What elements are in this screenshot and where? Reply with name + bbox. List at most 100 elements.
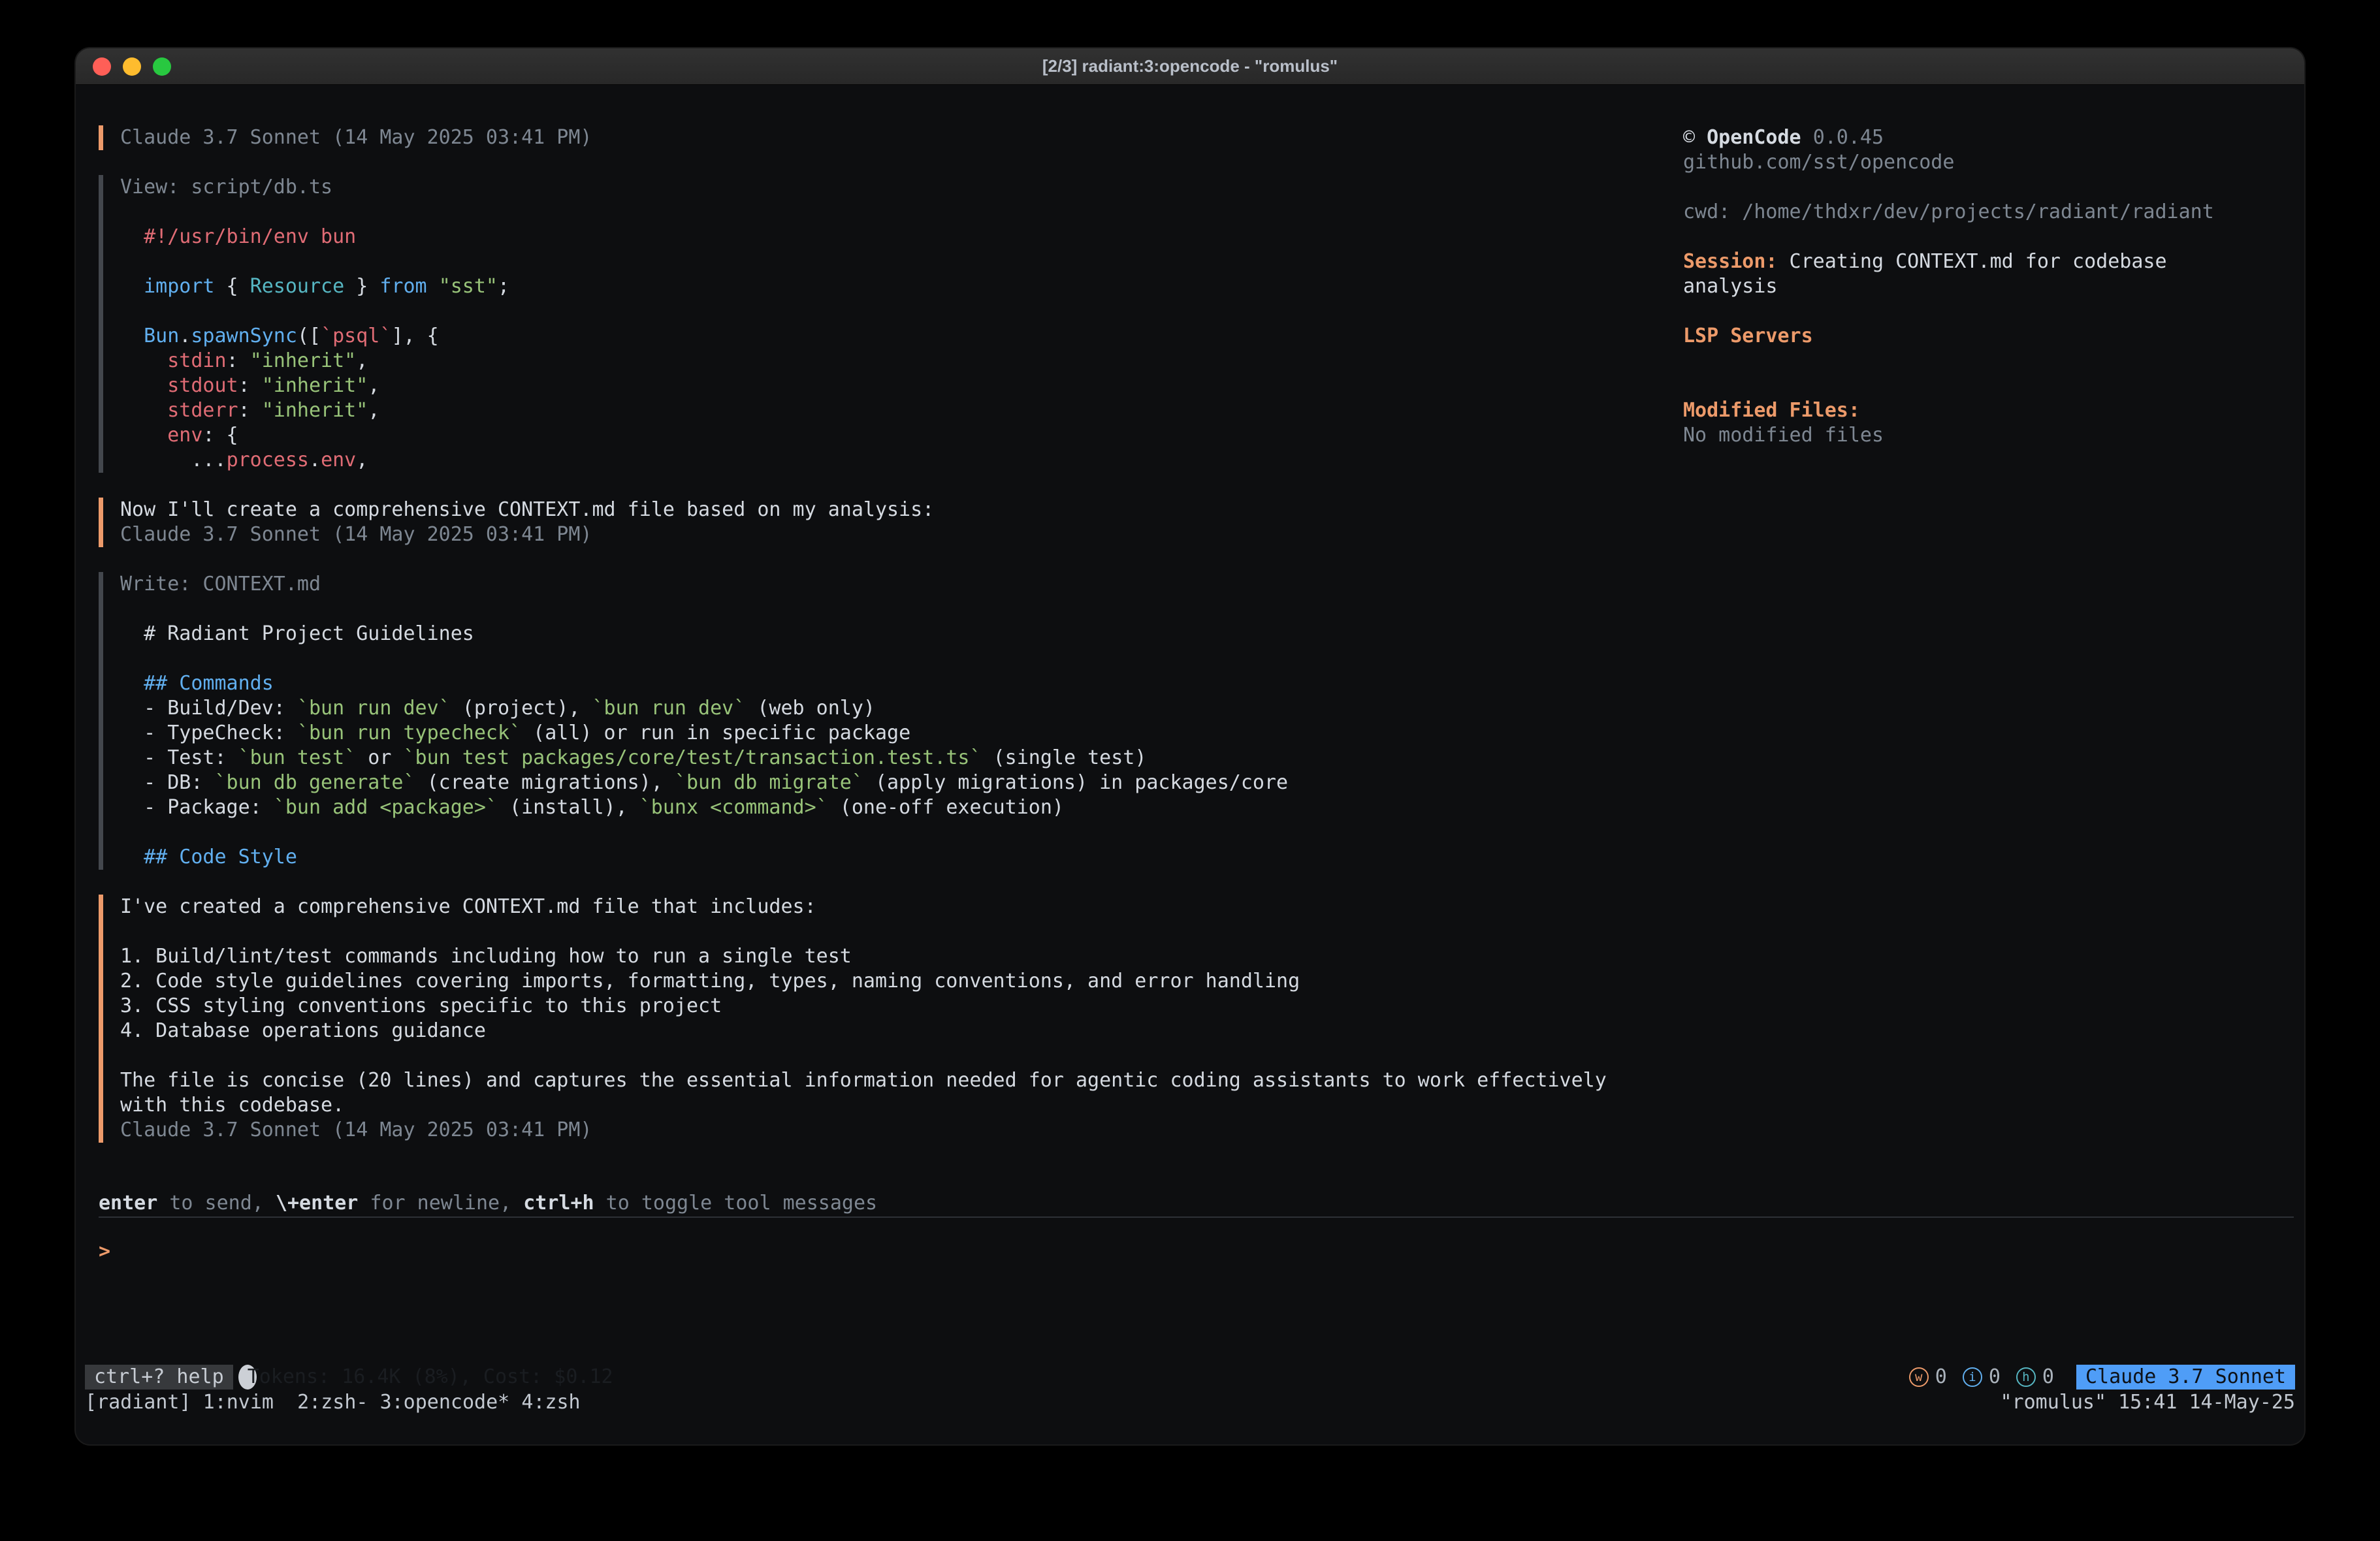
text-token xyxy=(120,325,144,347)
text-token: Now I'll create a comprehensive CONTEXT.… xyxy=(120,498,934,521)
text-token: ], { xyxy=(391,325,438,347)
text-token: cwd: /home/thdxr/dev/projects/radiant/ra… xyxy=(1683,200,2214,223)
text-token: "inherit" xyxy=(262,374,368,397)
terminal-line: analysis xyxy=(1683,274,2291,299)
text-token: analysis xyxy=(1683,275,1778,298)
text-token: process xyxy=(227,449,309,471)
terminal-line: © OpenCode 0.0.45 xyxy=(1683,125,2291,150)
model-badge[interactable]: Claude 3.7 Sonnet xyxy=(2076,1365,2295,1390)
keybind-help: enter to send, \+enter for newline, ctrl… xyxy=(99,1191,2294,1216)
help-badge[interactable]: ctrl+? help xyxy=(85,1365,233,1390)
text-token: No modified files xyxy=(1683,424,1884,447)
text-token: `bun db migrate` xyxy=(675,771,863,794)
terminal-line: Modified Files: xyxy=(1683,398,2291,423)
input-area: enter to send, \+enter for newline, ctrl… xyxy=(99,1191,2294,1264)
terminal-line: ## Code Style xyxy=(120,845,1660,870)
minimize-button[interactable] xyxy=(123,57,141,76)
tool-write-block: Write: CONTEXT.md # Radiant Project Guid… xyxy=(99,572,1660,870)
assistant-message-block: Now I'll create a comprehensive CONTEXT.… xyxy=(99,498,1660,547)
text-token: "inherit" xyxy=(262,399,368,422)
text-token: Claude 3.7 Sonnet (14 May 2025 03:41 PM) xyxy=(120,1119,592,1141)
text-token: with this codebase. xyxy=(120,1094,344,1117)
text-token: , xyxy=(368,399,379,422)
terminal-line: - Package: `bun add <package>` (install)… xyxy=(120,795,1660,820)
text-token: The file is concise (20 lines) and captu… xyxy=(120,1069,1607,1092)
warning-icon: w xyxy=(1909,1367,1929,1387)
tmux-window-3[interactable]: 3:opencode* xyxy=(380,1391,510,1414)
terminal-line: 1. Build/lint/test commands including ho… xyxy=(120,944,1660,969)
terminal-line: - TypeCheck: `bun run typecheck` (all) o… xyxy=(120,721,1660,746)
zoom-button[interactable] xyxy=(153,57,171,76)
text-token xyxy=(509,1391,521,1414)
terminal-line: 3. CSS styling conventions specific to t… xyxy=(120,994,1660,1019)
text-token: (single test) xyxy=(982,746,1147,769)
text-token: 3. CSS styling conventions specific to t… xyxy=(120,994,722,1017)
info-diagnostic: i 0 xyxy=(1963,1365,2001,1390)
terminal-line: 2. Code style guidelines covering import… xyxy=(120,969,1660,994)
text-token: : xyxy=(227,349,250,372)
text-token: ## Commands xyxy=(144,672,274,695)
text-token: `bun run dev` xyxy=(297,697,451,720)
text-token: `bun run dev` xyxy=(592,697,746,720)
text-token: env xyxy=(167,424,202,447)
text-token: . xyxy=(179,325,191,347)
text-token: LSP Servers xyxy=(1683,325,1813,347)
text-token: `bun test` xyxy=(238,746,357,769)
status-bar: ctrl+? help Tokens: 16.4K (8%), Cost: $0… xyxy=(85,1365,2295,1390)
tmux-window-1[interactable]: 1:nvim xyxy=(203,1391,274,1414)
text-token: (all) or run in specific package xyxy=(521,722,910,744)
tmux-window-2[interactable]: 2:zsh- xyxy=(297,1391,368,1414)
terminal-line xyxy=(1683,225,2291,249)
info-count: 0 xyxy=(1989,1365,2001,1390)
prompt-input[interactable]: > xyxy=(99,1239,2294,1264)
text-token: © xyxy=(1683,126,1707,149)
window-title: [2/3] radiant:3:opencode - "romulus" xyxy=(1042,56,1338,76)
terminal-line xyxy=(120,249,1660,274)
text-token: # Radiant Project Guidelines xyxy=(120,622,474,645)
text-token: } xyxy=(344,275,379,298)
tmux-window-4[interactable]: 4:zsh xyxy=(521,1391,580,1414)
terminal-line: LSP Servers xyxy=(1683,324,2291,349)
text-token: to toggle tool messages xyxy=(594,1192,877,1215)
text-token: . xyxy=(309,449,321,471)
text-token: (apply migrations) in packages/core xyxy=(863,771,1288,794)
text-token: Claude 3.7 Sonnet (14 May 2025 03:41 PM) xyxy=(120,523,592,546)
terminal-line: env: { xyxy=(120,423,1660,448)
tmux-session-name: [radiant] xyxy=(85,1391,203,1414)
terminal-line: - Test: `bun test` or `bun test packages… xyxy=(120,746,1660,770)
text-token: from xyxy=(379,275,426,298)
text-token xyxy=(120,672,144,695)
terminal-line: import { Resource } from "sst"; xyxy=(120,274,1660,299)
tool-view-block: View: script/db.ts #!/usr/bin/env bun im… xyxy=(99,175,1660,473)
text-token xyxy=(274,1391,297,1414)
warning-count: 0 xyxy=(1935,1365,1947,1390)
text-token: ; xyxy=(498,275,509,298)
text-token: ctrl+h xyxy=(523,1192,594,1215)
terminal-line: ...process.env, xyxy=(120,448,1660,473)
text-token: - Package: xyxy=(120,796,274,819)
terminal-line: Write: CONTEXT.md xyxy=(120,572,1660,597)
close-button[interactable] xyxy=(93,57,111,76)
text-token: `psql` xyxy=(321,325,391,347)
tmux-status-bar: [radiant] 1:nvim 2:zsh- 3:opencode* 4:zs… xyxy=(85,1390,2295,1415)
terminal-line xyxy=(120,820,1660,845)
text-token: to send, xyxy=(157,1192,276,1215)
text-token: , xyxy=(368,374,379,397)
terminal-line: Claude 3.7 Sonnet (14 May 2025 03:41 PM) xyxy=(120,1118,1660,1143)
hint-icon: h xyxy=(2016,1367,2036,1387)
terminal-line: stdout: "inherit", xyxy=(120,373,1660,398)
text-token: (create migrations), xyxy=(415,771,675,794)
terminal-content: Claude 3.7 Sonnet (14 May 2025 03:41 PM)… xyxy=(76,86,2304,1444)
tmux-session-info: "romulus" 15:41 14-May-25 xyxy=(2000,1390,2295,1415)
info-icon: i xyxy=(1963,1367,1982,1387)
text-token xyxy=(120,846,144,868)
text-token: View: script/db.ts xyxy=(120,176,332,199)
text-token: or xyxy=(356,746,403,769)
terminal-line xyxy=(120,299,1660,324)
terminal-line: - Build/Dev: `bun run dev` (project), `b… xyxy=(120,696,1660,721)
message-header-block: Claude 3.7 Sonnet (14 May 2025 03:41 PM) xyxy=(99,125,1660,150)
terminal-line: with this codebase. xyxy=(120,1093,1660,1118)
text-token: : { xyxy=(202,424,238,447)
text-token: - DB: xyxy=(120,771,215,794)
text-token xyxy=(120,225,144,248)
